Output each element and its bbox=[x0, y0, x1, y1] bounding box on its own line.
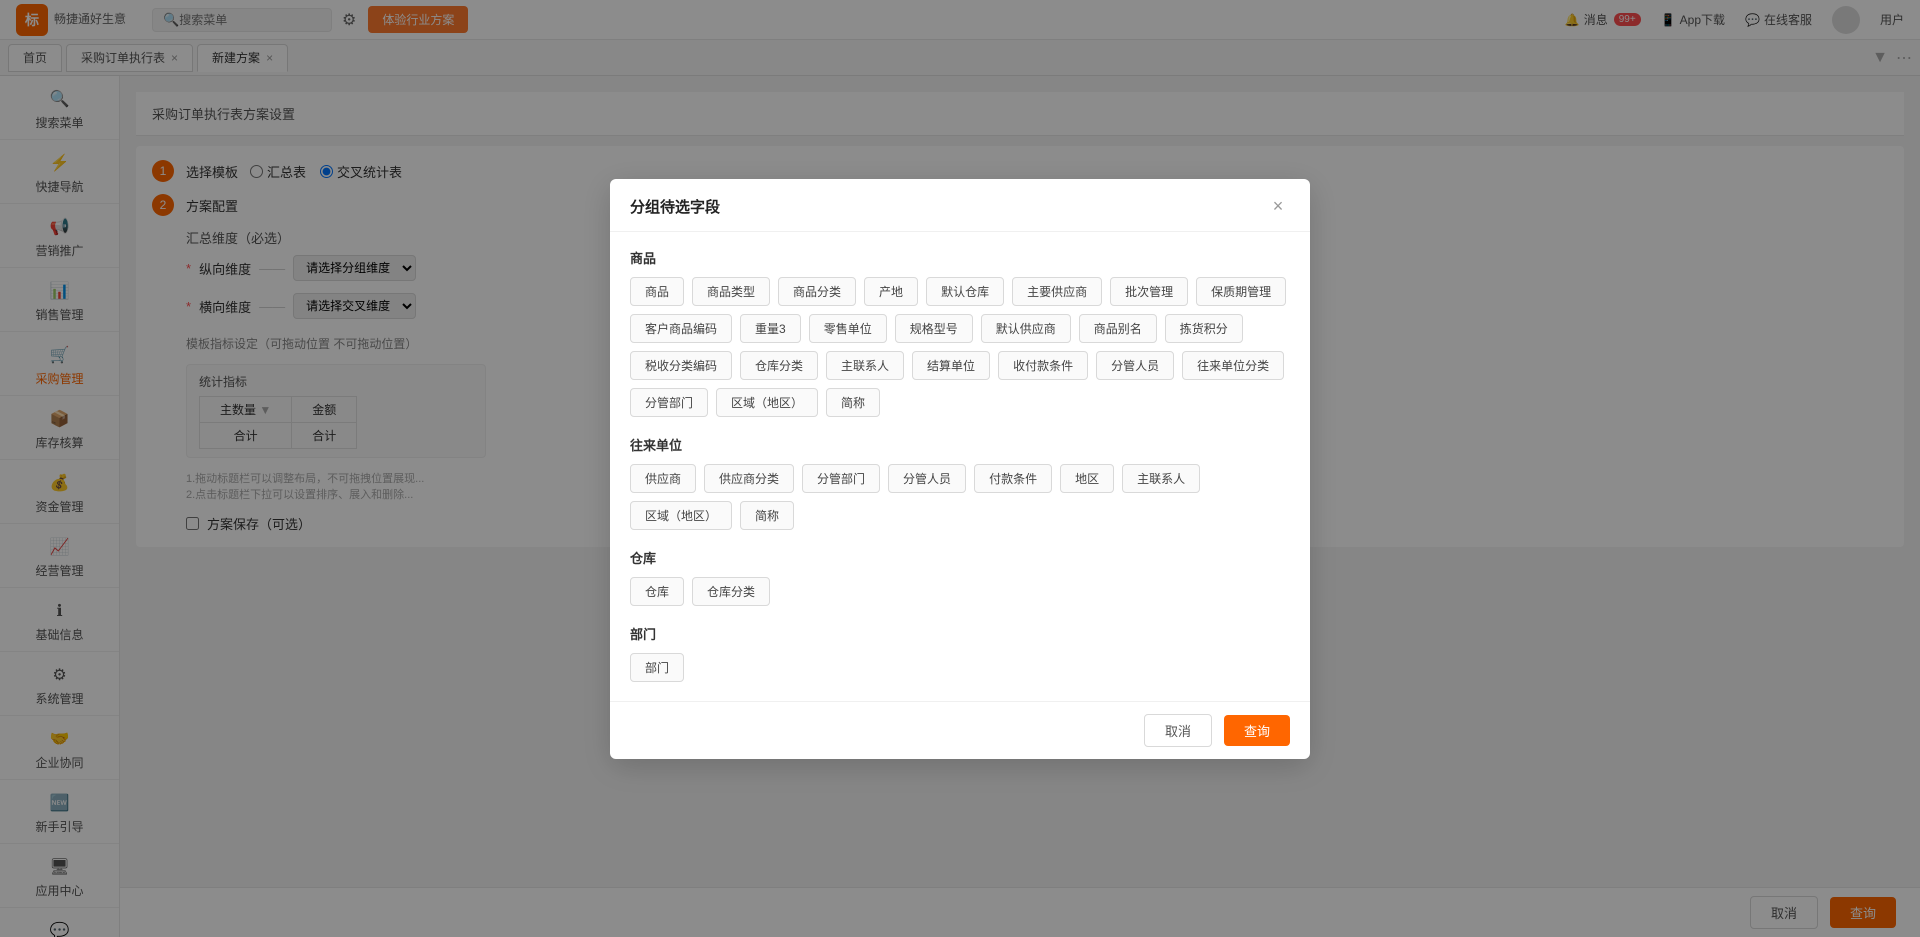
field-tag-2-0[interactable]: 仓库 bbox=[630, 577, 684, 606]
field-tag-0-7[interactable]: 保质期管理 bbox=[1196, 277, 1286, 306]
modal-title: 分组待选字段 bbox=[630, 196, 720, 217]
modal-header: 分组待选字段 × bbox=[610, 179, 1310, 232]
field-tag-0-4[interactable]: 默认仓库 bbox=[926, 277, 1004, 306]
field-tag-1-3[interactable]: 分管人员 bbox=[888, 464, 966, 493]
field-tag-0-21[interactable]: 往来单位分类 bbox=[1182, 351, 1284, 380]
field-tags-2: 仓库仓库分类 bbox=[630, 577, 1290, 606]
field-tag-0-22[interactable]: 分管部门 bbox=[630, 388, 708, 417]
field-tag-0-17[interactable]: 主联系人 bbox=[826, 351, 904, 380]
modal-cancel-button[interactable]: 取消 bbox=[1144, 714, 1212, 747]
field-tag-1-5[interactable]: 地区 bbox=[1060, 464, 1114, 493]
field-group-0: 商品商品商品类型商品分类产地默认仓库主要供应商批次管理保质期管理客户商品编码重量… bbox=[630, 248, 1290, 417]
field-tag-0-16[interactable]: 仓库分类 bbox=[740, 351, 818, 380]
field-tag-1-7[interactable]: 区域（地区） bbox=[630, 501, 732, 530]
field-tag-0-20[interactable]: 分管人员 bbox=[1096, 351, 1174, 380]
field-tag-1-2[interactable]: 分管部门 bbox=[802, 464, 880, 493]
field-group-title-1: 往来单位 bbox=[630, 435, 1290, 454]
modal-footer: 取消 查询 bbox=[610, 701, 1310, 759]
field-tag-0-1[interactable]: 商品类型 bbox=[692, 277, 770, 306]
field-group-title-0: 商品 bbox=[630, 248, 1290, 267]
field-tag-1-6[interactable]: 主联系人 bbox=[1122, 464, 1200, 493]
field-tag-0-3[interactable]: 产地 bbox=[864, 277, 918, 306]
field-tag-3-0[interactable]: 部门 bbox=[630, 653, 684, 682]
field-tag-0-11[interactable]: 规格型号 bbox=[895, 314, 973, 343]
field-tag-0-8[interactable]: 客户商品编码 bbox=[630, 314, 732, 343]
field-tag-0-10[interactable]: 零售单位 bbox=[809, 314, 887, 343]
field-group-title-2: 仓库 bbox=[630, 548, 1290, 567]
modal-confirm-button[interactable]: 查询 bbox=[1224, 715, 1290, 746]
modal-overlay: 分组待选字段 × 商品商品商品类型商品分类产地默认仓库主要供应商批次管理保质期管… bbox=[0, 0, 1920, 937]
field-tag-1-0[interactable]: 供应商 bbox=[630, 464, 696, 493]
field-tag-2-1[interactable]: 仓库分类 bbox=[692, 577, 770, 606]
field-tag-1-1[interactable]: 供应商分类 bbox=[704, 464, 794, 493]
field-tag-0-23[interactable]: 区域（地区） bbox=[716, 388, 818, 417]
field-tag-0-9[interactable]: 重量3 bbox=[740, 314, 801, 343]
field-tag-0-19[interactable]: 收付款条件 bbox=[998, 351, 1088, 380]
field-tag-0-0[interactable]: 商品 bbox=[630, 277, 684, 306]
field-group-title-3: 部门 bbox=[630, 624, 1290, 643]
field-tags-3: 部门 bbox=[630, 653, 1290, 682]
field-tag-0-5[interactable]: 主要供应商 bbox=[1012, 277, 1102, 306]
field-tags-0: 商品商品类型商品分类产地默认仓库主要供应商批次管理保质期管理客户商品编码重量3 零… bbox=[630, 277, 1290, 417]
modal-dialog: 分组待选字段 × 商品商品商品类型商品分类产地默认仓库主要供应商批次管理保质期管… bbox=[610, 179, 1310, 759]
field-tag-0-24[interactable]: 简称 bbox=[826, 388, 880, 417]
field-tag-0-14[interactable]: 拣货积分 bbox=[1165, 314, 1243, 343]
field-tag-1-8[interactable]: 简称 bbox=[740, 501, 794, 530]
field-group-2: 仓库仓库仓库分类 bbox=[630, 548, 1290, 606]
field-tag-0-6[interactable]: 批次管理 bbox=[1110, 277, 1188, 306]
modal-close-button[interactable]: × bbox=[1266, 195, 1290, 219]
field-group-1: 往来单位供应商供应商分类分管部门分管人员付款条件地区主联系人区域（地区） 简称 bbox=[630, 435, 1290, 530]
field-group-3: 部门部门 bbox=[630, 624, 1290, 682]
field-tags-1: 供应商供应商分类分管部门分管人员付款条件地区主联系人区域（地区） 简称 bbox=[630, 464, 1290, 530]
modal-body: 商品商品商品类型商品分类产地默认仓库主要供应商批次管理保质期管理客户商品编码重量… bbox=[610, 232, 1310, 701]
field-tag-0-2[interactable]: 商品分类 bbox=[778, 277, 856, 306]
field-tag-0-13[interactable]: 商品别名 bbox=[1079, 314, 1157, 343]
field-tag-1-4[interactable]: 付款条件 bbox=[974, 464, 1052, 493]
field-tag-0-18[interactable]: 结算单位 bbox=[912, 351, 990, 380]
field-tag-0-12[interactable]: 默认供应商 bbox=[981, 314, 1071, 343]
field-tag-0-15[interactable]: 税收分类编码 bbox=[630, 351, 732, 380]
